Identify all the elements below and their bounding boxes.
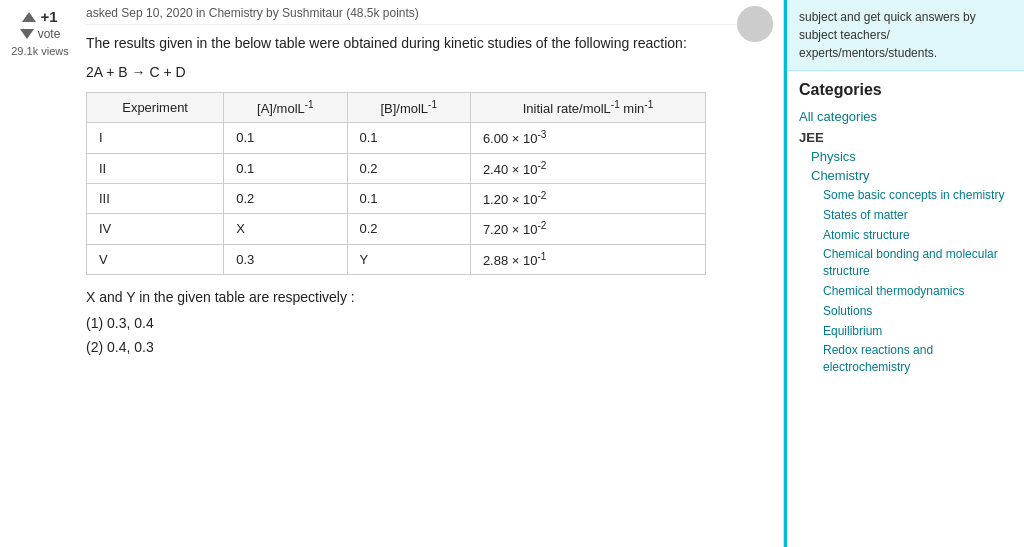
category-item-equilibrium[interactable]: Equilibrium (823, 323, 1012, 340)
banner-text: subject and get quick answers by subject… (799, 10, 976, 60)
cell-rate: 6.00 × 10-3 (470, 123, 705, 153)
table-row: I 0.1 0.1 6.00 × 10-3 (87, 123, 706, 153)
categories-section: Categories All categories JEE Physics Ch… (787, 71, 1024, 389)
cell-b: Y (347, 244, 470, 274)
question-intro: The results given in the below table wer… (86, 33, 773, 54)
category-subgroup-chemistry[interactable]: Chemistry (811, 168, 1012, 183)
cell-exp: V (87, 244, 224, 274)
cell-b: 0.2 (347, 153, 470, 183)
cell-rate: 1.20 × 10-2 (470, 183, 705, 213)
vote-down-button[interactable]: vote (20, 27, 61, 41)
upvote-arrow-icon (22, 12, 36, 22)
cell-a: X (224, 214, 347, 244)
kinetic-table: Experiment [A]/molL-1 [B]/molL-1 Initial… (86, 92, 706, 275)
vote-up-button[interactable]: +1 (22, 8, 57, 25)
cell-a: 0.1 (224, 123, 347, 153)
category-item-states-of-matter[interactable]: States of matter (823, 207, 1012, 224)
cell-exp: I (87, 123, 224, 153)
cell-a: 0.1 (224, 153, 347, 183)
category-item-atomic-structure[interactable]: Atomic structure (823, 227, 1012, 244)
category-item-basic-concepts[interactable]: Some basic concepts in chemistry (823, 187, 1012, 204)
main-content: asked Sep 10, 2020 in Chemistry by Sushm… (80, 0, 784, 547)
cell-rate: 2.40 × 10-2 (470, 153, 705, 183)
all-categories-link[interactable]: All categories (799, 109, 1012, 124)
chemical-equation: 2A + B → C + D (86, 64, 773, 80)
question-meta: asked Sep 10, 2020 in Chemistry by Sushm… (86, 6, 773, 25)
right-sidebar: subject and get quick answers by subject… (784, 0, 1024, 547)
vote-label: vote (38, 27, 61, 41)
cell-rate: 7.20 × 10-2 (470, 214, 705, 244)
cell-a: 0.3 (224, 244, 347, 274)
cell-exp: II (87, 153, 224, 183)
col-rate: Initial rate/molL-1 min-1 (470, 93, 705, 123)
category-subgroup-physics[interactable]: Physics (811, 149, 1012, 164)
table-row: III 0.2 0.1 1.20 × 10-2 (87, 183, 706, 213)
option-2: (2) 0.4, 0.3 (86, 339, 773, 355)
cell-rate: 2.88 × 10-1 (470, 244, 705, 274)
downvote-arrow-icon (20, 29, 34, 39)
sidebar-banner: subject and get quick answers by subject… (787, 0, 1024, 71)
col-a: [A]/molL-1 (224, 93, 347, 123)
cell-exp: III (87, 183, 224, 213)
question-bottom-text: X and Y in the given table are respectiv… (86, 289, 773, 305)
category-item-thermodynamics[interactable]: Chemical thermodynamics (823, 283, 1012, 300)
cell-exp: IV (87, 214, 224, 244)
cell-a: 0.2 (224, 183, 347, 213)
table-row: V 0.3 Y 2.88 × 10-1 (87, 244, 706, 274)
question-meta-text: asked Sep 10, 2020 in Chemistry by Sushm… (86, 6, 419, 20)
category-item-chemical-bonding[interactable]: Chemical bonding and molecular structure (823, 246, 1012, 280)
col-b: [B]/molL-1 (347, 93, 470, 123)
avatar (737, 6, 773, 42)
cell-b: 0.2 (347, 214, 470, 244)
categories-title: Categories (799, 81, 1012, 99)
views-count: 29.1k views (11, 45, 68, 57)
cell-b: 0.1 (347, 183, 470, 213)
table-row: IV X 0.2 7.20 × 10-2 (87, 214, 706, 244)
category-item-redox[interactable]: Redox reactions and electrochemistry (823, 342, 1012, 376)
vote-panel: +1 vote 29.1k views (0, 0, 80, 547)
table-row: II 0.1 0.2 2.40 × 10-2 (87, 153, 706, 183)
category-group-jee: JEE (799, 130, 1012, 145)
category-item-solutions[interactable]: Solutions (823, 303, 1012, 320)
option-1: (1) 0.3, 0.4 (86, 315, 773, 331)
vote-count: +1 (40, 8, 57, 25)
cell-b: 0.1 (347, 123, 470, 153)
col-experiment: Experiment (87, 93, 224, 123)
